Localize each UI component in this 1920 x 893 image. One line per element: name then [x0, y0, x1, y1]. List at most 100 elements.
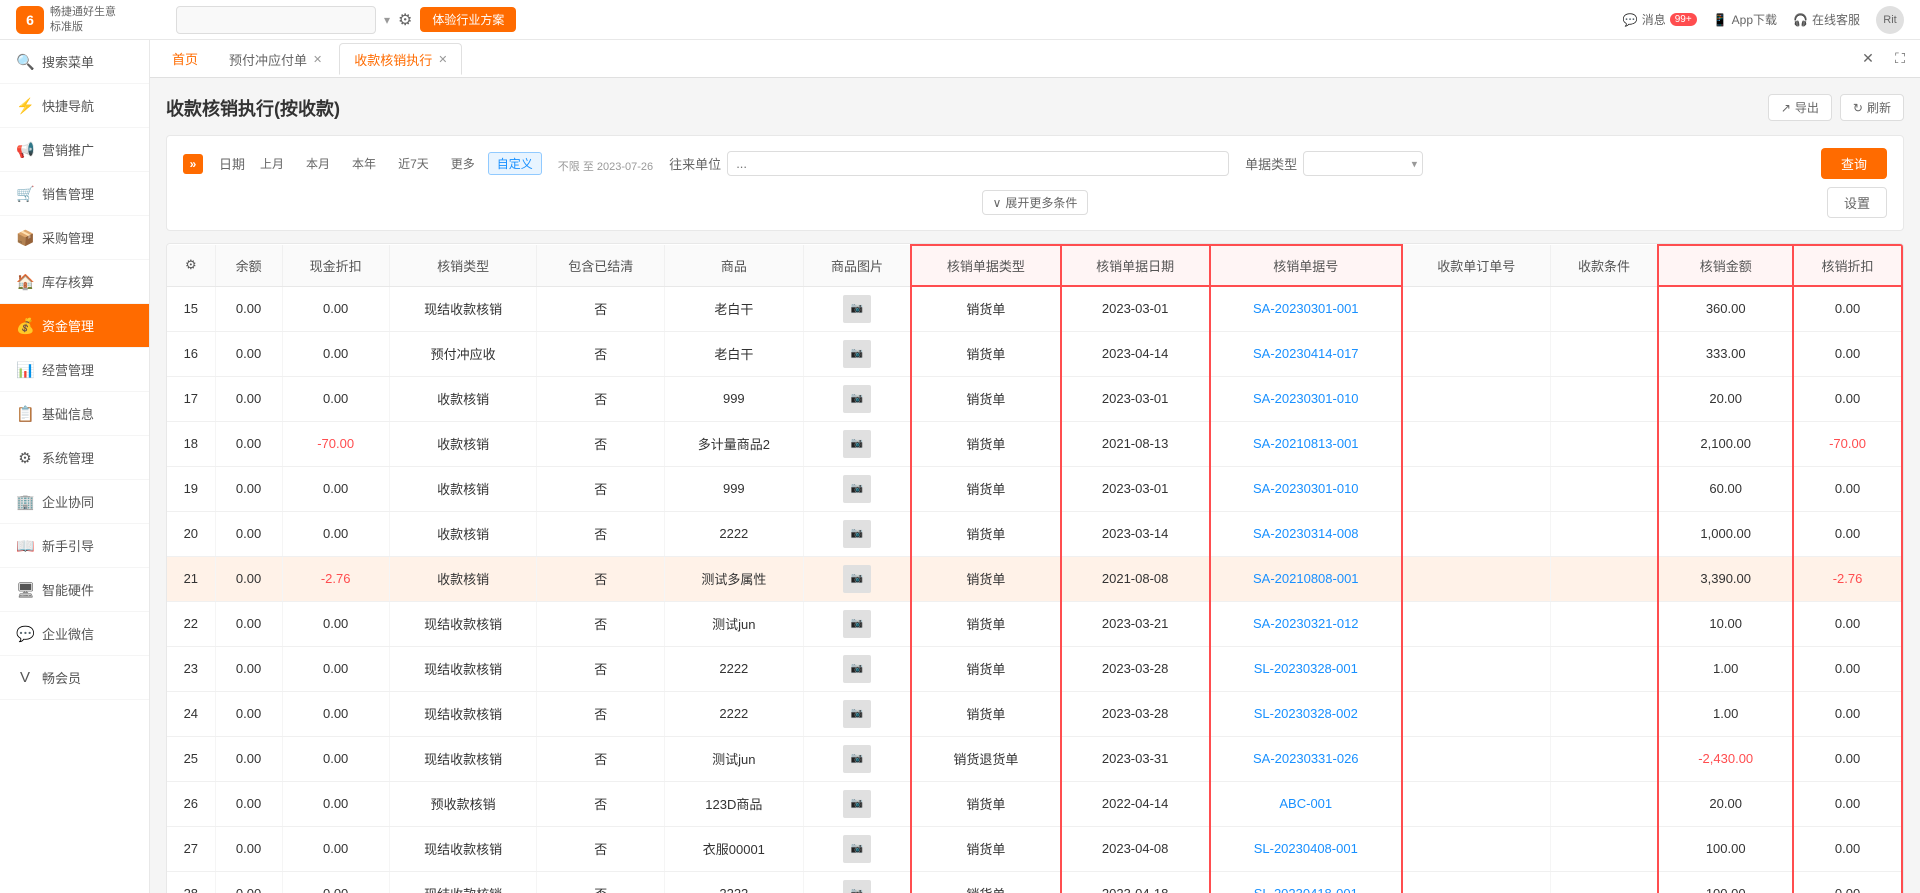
- cell-cashDiscount: 0.00: [282, 511, 389, 556]
- sidebar-item-operations[interactable]: 📊 经营管理: [0, 348, 149, 392]
- cell-receiptOrderNo: [1402, 601, 1550, 646]
- cell-seq: 25: [167, 736, 215, 781]
- sidebar-item-quick-nav[interactable]: ⚡ 快捷导航: [0, 84, 149, 128]
- online-service-btn[interactable]: 🎧 在线客服: [1793, 11, 1860, 28]
- filter-row-main: » 日期 上月 本月 本年 近7天 更多 自定义 不限 至 2023-07-26: [183, 148, 1887, 179]
- tab-prepay-close[interactable]: ✕: [313, 53, 322, 66]
- cell-voucherNo[interactable]: SA-20230301-010: [1210, 376, 1402, 421]
- cell-voucherNo[interactable]: SA-20230321-012: [1210, 601, 1402, 646]
- cell-cashDiscount: 0.00: [282, 781, 389, 826]
- voucher-type-select[interactable]: [1303, 151, 1423, 176]
- cell-verifyAmount: 60.00: [1658, 466, 1793, 511]
- sidebar-item-system[interactable]: ⚙ 系统管理: [0, 436, 149, 480]
- sidebar-item-marketing[interactable]: 📢 营销推广: [0, 128, 149, 172]
- cell-balance: 0.00: [215, 376, 282, 421]
- refresh-btn[interactable]: ↻ 刷新: [1840, 94, 1904, 121]
- cell-voucherNo[interactable]: SA-20210808-001: [1210, 556, 1402, 601]
- search-icon: 🔍: [16, 53, 34, 71]
- top-search-input[interactable]: [176, 6, 376, 34]
- filter-row-secondary: ∨ 展开更多条件 设置: [183, 187, 1887, 218]
- cell-goods: 2222: [664, 871, 803, 893]
- cell-goodsImage: 📷: [803, 511, 911, 556]
- col-header-goods: 商品: [664, 245, 803, 286]
- date-custom-btn[interactable]: 自定义: [488, 152, 542, 175]
- sidebar-item-sales[interactable]: 🛒 销售管理: [0, 172, 149, 216]
- cell-voucherNo[interactable]: SA-20230301-001: [1210, 286, 1402, 331]
- query-btn[interactable]: 查询: [1821, 148, 1887, 179]
- cell-verifyAmount: 2,100.00: [1658, 421, 1793, 466]
- tab-expand-btn[interactable]: ⛶: [1888, 47, 1912, 71]
- expand-more-btn[interactable]: ∨ 展开更多条件: [982, 190, 1089, 215]
- partner-input[interactable]: [727, 151, 1229, 176]
- cell-balance: 0.00: [215, 646, 282, 691]
- sidebar-item-inventory[interactable]: 🏠 库存核算: [0, 260, 149, 304]
- cell-voucherNo[interactable]: ABC-001: [1210, 781, 1402, 826]
- message-badge: 99+: [1670, 13, 1697, 26]
- enterprise-icon: 🏢: [16, 493, 34, 511]
- app-download-btn[interactable]: 📱 App下载: [1713, 11, 1777, 28]
- date-last-month-btn[interactable]: 上月: [251, 152, 293, 175]
- cell-voucherNo[interactable]: SL-20230418-001: [1210, 871, 1402, 893]
- date-label: 日期: [219, 154, 245, 173]
- data-table-container: ⚙ 余额 现金折扣 核销类型 包含已结清 商品 商品图片 核销单据类型 核销单据…: [166, 243, 1904, 893]
- cell-voucherDate: 2023-04-18: [1061, 871, 1210, 893]
- cell-included: 否: [537, 871, 664, 893]
- cell-voucherNo[interactable]: SA-20230331-026: [1210, 736, 1402, 781]
- sidebar-item-basic-info[interactable]: 📋 基础信息: [0, 392, 149, 436]
- date-range-text: 不限 至 2023-07-26: [558, 158, 653, 174]
- table-row: 180.00-70.00收款核销否多计量商品2📷销货单2021-08-13SA-…: [167, 421, 1902, 466]
- export-icon: ↗: [1781, 101, 1791, 115]
- cell-verifyType: 收款核销: [389, 466, 537, 511]
- sidebar-item-purchase[interactable]: 📦 采购管理: [0, 216, 149, 260]
- tab-home[interactable]: 首页: [158, 49, 212, 68]
- sidebar-item-enterprise[interactable]: 🏢 企业协同: [0, 480, 149, 524]
- table-row: 200.000.00收款核销否2222📷销货单2023-03-14SA-2023…: [167, 511, 1902, 556]
- tab-close-btn[interactable]: ✕: [1856, 47, 1880, 71]
- tab-receipt-verify-close[interactable]: ✕: [438, 53, 447, 66]
- export-btn[interactable]: ↗ 导出: [1768, 94, 1832, 121]
- tab-receipt-verify[interactable]: 收款核销执行 ✕: [339, 43, 462, 75]
- user-avatar[interactable]: Rit: [1876, 6, 1904, 34]
- cell-voucherDate: 2023-03-28: [1061, 691, 1210, 736]
- cell-voucherType: 销货单: [911, 331, 1060, 376]
- sidebar-item-smart-hw[interactable]: 🖥 智能硬件: [0, 568, 149, 612]
- cell-voucherNo[interactable]: SL-20230408-001: [1210, 826, 1402, 871]
- col-header-goods-image: 商品图片: [803, 245, 911, 286]
- sidebar-item-guide[interactable]: 📖 新手引导: [0, 524, 149, 568]
- cell-voucherNo[interactable]: SA-20230301-010: [1210, 466, 1402, 511]
- cell-cashDiscount: -2.76: [282, 556, 389, 601]
- cell-receiptOrderNo: [1402, 421, 1550, 466]
- tab-prepay[interactable]: 预付冲应付单 ✕: [214, 43, 337, 75]
- cell-voucherNo[interactable]: SA-20230314-008: [1210, 511, 1402, 556]
- sidebar-item-member[interactable]: V 畅会员: [0, 656, 149, 700]
- settings-btn[interactable]: 设置: [1827, 187, 1887, 218]
- message-btn[interactable]: 💬 消息 99+: [1623, 11, 1697, 28]
- gear-icon[interactable]: ⚙: [398, 10, 412, 30]
- filter-expand-arrow[interactable]: »: [183, 154, 203, 174]
- date-this-year-btn[interactable]: 本年: [343, 152, 385, 175]
- marketing-icon: 📢: [16, 141, 34, 159]
- cell-voucherNo[interactable]: SL-20230328-002: [1210, 691, 1402, 736]
- mobile-icon: 📱: [1713, 13, 1728, 27]
- cell-voucherNo[interactable]: SA-20210813-001: [1210, 421, 1402, 466]
- cell-voucherNo[interactable]: SA-20230414-017: [1210, 331, 1402, 376]
- date-7days-btn[interactable]: 近7天: [389, 152, 438, 175]
- cell-goodsImage: 📷: [803, 421, 911, 466]
- logo-text: 畅捷通好生意标准版: [50, 5, 116, 34]
- industry-btn[interactable]: 体验行业方案: [420, 7, 516, 32]
- sidebar-item-finance[interactable]: 💰 资金管理: [0, 304, 149, 348]
- header-actions: ↗ 导出 ↻ 刷新: [1768, 94, 1904, 121]
- table-row: 270.000.00现结收款核销否衣服00001📷销货单2023-04-08SL…: [167, 826, 1902, 871]
- sidebar-item-search-menu[interactable]: 🔍 搜索菜单: [0, 40, 149, 84]
- cell-voucherNo[interactable]: SL-20230328-001: [1210, 646, 1402, 691]
- cell-voucherType: 销货单: [911, 646, 1060, 691]
- cell-voucherType: 销货单: [911, 421, 1060, 466]
- sidebar-item-wechat[interactable]: 💬 企业微信: [0, 612, 149, 656]
- cell-voucherDate: 2022-04-14: [1061, 781, 1210, 826]
- cell-verifyType: 现结收款核销: [389, 286, 537, 331]
- cell-goodsImage: 📷: [803, 466, 911, 511]
- date-this-month-btn[interactable]: 本月: [297, 152, 339, 175]
- cell-goodsImage: 📷: [803, 781, 911, 826]
- cell-balance: 0.00: [215, 511, 282, 556]
- date-more-btn[interactable]: 更多: [442, 152, 484, 175]
